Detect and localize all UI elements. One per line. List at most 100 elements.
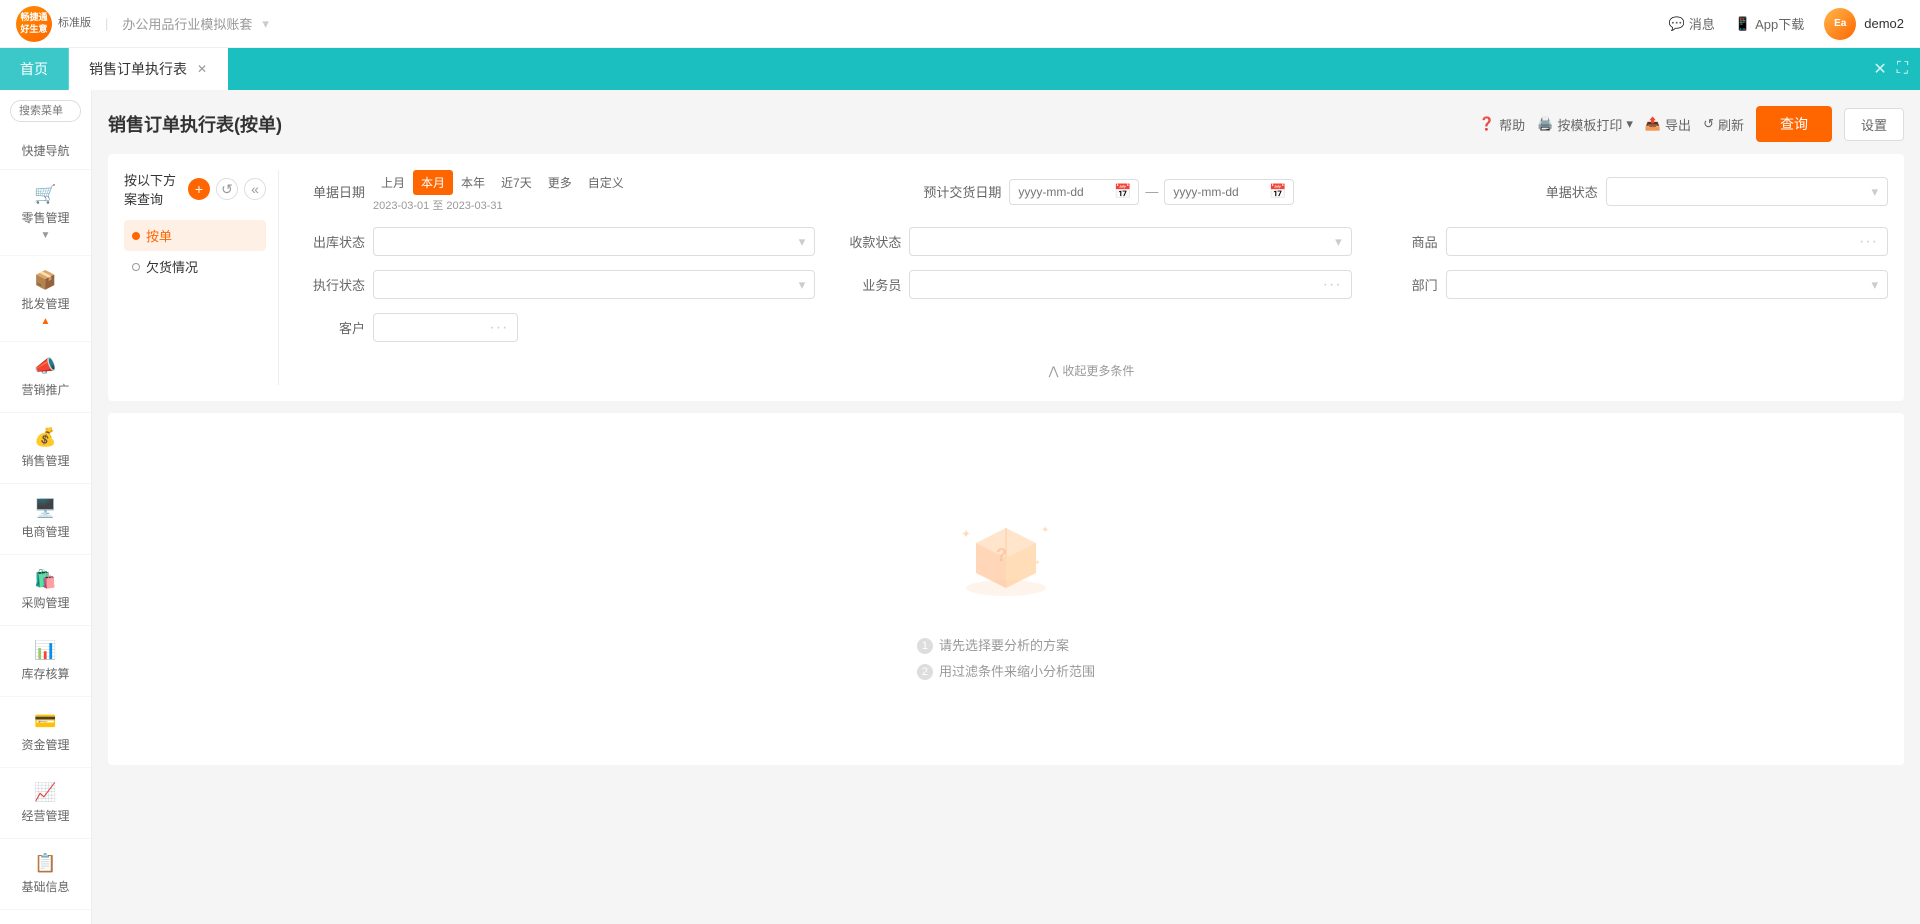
retail-icon: 🛒 — [34, 184, 56, 205]
date-label: 单据日期 — [295, 182, 365, 201]
date-tabs: 上月 本月 本年 近7天 更多 自定义 — [373, 170, 632, 195]
date-tab-this-month[interactable]: 本月 — [413, 170, 453, 195]
query-button[interactable]: 查询 — [1756, 106, 1832, 142]
message-button[interactable]: 💬 消息 — [1669, 14, 1715, 33]
page-header: 销售订单执行表(按单) ❓ 帮助 🖨️ 按模板打印 ▾ 📤 导出 ↺ 刷新 — [108, 106, 1904, 142]
date-tab-7days[interactable]: 近7天 — [493, 170, 540, 195]
date-dash: — — [1145, 184, 1158, 199]
sidebar-item-system[interactable]: ⚙️ 系统管理 — [0, 910, 91, 924]
sidebar-item-inventory[interactable]: 📊 库存核算 — [0, 626, 91, 697]
help-label: 帮助 — [1499, 115, 1525, 134]
sidebar-item-finance-label: 资金管理 — [21, 736, 69, 753]
doc-status-select[interactable] — [1606, 177, 1888, 206]
content-area: 销售订单执行表(按单) ❓ 帮助 🖨️ 按模板打印 ▾ 📤 导出 ↺ 刷新 — [92, 90, 1920, 924]
sales-icon: 💰 — [34, 427, 56, 448]
top-header: 畅捷通好生意 标准版 | 办公用品行业模拟账套 ▾ 💬 消息 📱 App下载 E… — [0, 0, 1920, 48]
sidebar-item-finance[interactable]: 💳 资金管理 — [0, 697, 91, 768]
filter-sidebar-header: 按以下方案查询 + ↺ « — [124, 170, 266, 208]
user-name: demo2 — [1864, 16, 1904, 31]
svg-text:✦: ✦ — [1041, 525, 1049, 536]
refresh-scheme-button[interactable]: ↺ — [216, 178, 238, 200]
sidebar-item-wholesale[interactable]: 📦 批发管理 ▲ — [0, 256, 91, 342]
main-layout: 快捷导航 🛒 零售管理 ▼ 📦 批发管理 ▲ 📣 营销推广 💰 销售管理 🖥️ … — [0, 90, 1920, 924]
ecommerce-icon: 🖥️ — [34, 498, 56, 519]
sidebar-item-retail[interactable]: 🛒 零售管理 ▼ — [0, 170, 91, 256]
settings-button[interactable]: 设置 — [1844, 108, 1904, 141]
tab-close-icon[interactable]: ✕ — [197, 62, 207, 76]
tab-close-window-icon[interactable]: ✕ — [1873, 59, 1886, 79]
scheme-inactive-dot — [132, 263, 140, 271]
goods-select-wrapper: ··· — [1446, 227, 1888, 256]
breadcrumb: 办公用品行业模拟账套 — [122, 14, 252, 33]
app-download-button[interactable]: 📱 App下载 — [1735, 14, 1804, 33]
empty-illustration: ✦ ✦ ✦ ? — [946, 493, 1066, 613]
empty-tip-2-text: 用过滤条件来缩小分析范围 — [939, 659, 1095, 685]
export-button[interactable]: 📤 导出 — [1645, 115, 1691, 134]
wholesale-expand-icon: ▲ — [41, 316, 51, 327]
header-right: 💬 消息 📱 App下载 Ea demo2 — [1669, 8, 1904, 40]
filter-field-salesperson: 业务员 ··· — [831, 270, 1351, 299]
app-download-label: App下载 — [1755, 14, 1804, 33]
collapse-filters-button[interactable]: ⋀ 收起更多条件 — [295, 356, 1888, 385]
filter-field-customer: 客户 ··· — [295, 313, 518, 342]
print-button[interactable]: 🖨️ 按模板打印 ▾ — [1537, 115, 1633, 134]
tab-home[interactable]: 首页 — [0, 48, 69, 90]
sidebar-item-basic-info[interactable]: 📋 基础信息 — [0, 839, 91, 910]
date-tab-custom[interactable]: 自定义 — [580, 170, 632, 195]
refresh-button[interactable]: ↺ 刷新 — [1703, 115, 1744, 134]
doc-status-label: 单据状态 — [1528, 182, 1598, 201]
sidebar-item-quick-nav[interactable]: 快捷导航 — [0, 132, 91, 170]
date-range-text: 2023-03-01 至 2023-03-31 — [373, 197, 632, 213]
date-tab-more[interactable]: 更多 — [540, 170, 580, 195]
sidebar: 快捷导航 🛒 零售管理 ▼ 📦 批发管理 ▲ 📣 营销推广 💰 销售管理 🖥️ … — [0, 90, 92, 924]
tab-sales-order[interactable]: 销售订单执行表 ✕ — [69, 48, 228, 90]
collapse-sidebar-button[interactable]: « — [244, 178, 266, 200]
help-button[interactable]: ❓ 帮助 — [1479, 115, 1525, 134]
delivery-status-select[interactable] — [373, 227, 815, 256]
delivery-status-select-wrapper: ▾ — [373, 227, 815, 256]
content-card: ✦ ✦ ✦ ? 1 请先选择要分析的方案 2 用过滤条件来缩小分 — [108, 413, 1904, 765]
department-select[interactable] — [1446, 270, 1888, 299]
logo-subtitle: 标准版 — [58, 16, 91, 31]
filter-sidebar: 按以下方案查询 + ↺ « 按单 欠货情况 — [124, 170, 279, 385]
scheme-item-by-order[interactable]: 按单 — [124, 220, 266, 251]
add-scheme-button[interactable]: + — [188, 178, 210, 200]
marketing-icon: 📣 — [34, 356, 56, 377]
tip-num-2: 2 — [917, 664, 933, 680]
sidebar-item-ecommerce[interactable]: 🖥️ 电商管理 — [0, 484, 91, 555]
scheme-item-backorder[interactable]: 欠货情况 — [124, 251, 266, 282]
filter-row-4: 客户 ··· — [295, 313, 1888, 342]
sidebar-item-quick-nav-label: 快捷导航 — [21, 142, 69, 159]
sidebar-item-purchase-label: 采购管理 — [21, 594, 69, 611]
sidebar-item-operations[interactable]: 📈 经营管理 — [0, 768, 91, 839]
sidebar-item-marketing-label: 营销推广 — [21, 381, 69, 398]
date-from-wrap: 📅 — [1009, 179, 1139, 205]
header-left: 畅捷通好生意 标准版 | 办公用品行业模拟账套 ▾ — [16, 6, 269, 42]
search-input[interactable] — [10, 100, 81, 122]
sidebar-item-purchase[interactable]: 🛍️ 采购管理 — [0, 555, 91, 626]
breadcrumb-arrow-icon[interactable]: ▾ — [262, 16, 269, 32]
filter-sidebar-icons: + ↺ « — [188, 178, 266, 200]
retail-expand-icon: ▼ — [41, 230, 51, 241]
user-area[interactable]: Ea demo2 — [1824, 8, 1904, 40]
customer-input[interactable] — [373, 313, 518, 342]
sidebar-item-inventory-label: 库存核算 — [21, 665, 69, 682]
execution-status-select[interactable] — [373, 270, 815, 299]
execution-status-select-wrapper: ▾ — [373, 270, 815, 299]
empty-tips: 1 请先选择要分析的方案 2 用过滤条件来缩小分析范围 — [917, 633, 1095, 685]
payment-status-select-wrapper: ▾ — [909, 227, 1351, 256]
goods-input[interactable] — [1446, 227, 1888, 256]
sidebar-item-operations-label: 经营管理 — [21, 807, 69, 824]
salesperson-input[interactable] — [909, 270, 1351, 299]
customer-select-wrapper: ··· — [373, 313, 518, 342]
sidebar-item-sales[interactable]: 💰 销售管理 — [0, 413, 91, 484]
date-tab-this-year[interactable]: 本年 — [453, 170, 493, 195]
page-actions: ❓ 帮助 🖨️ 按模板打印 ▾ 📤 导出 ↺ 刷新 查询 设置 — [1479, 106, 1904, 142]
tab-fullscreen-icon[interactable]: ⛶ — [1897, 60, 1908, 78]
filter-field-expected-date: 预计交货日期 📅 — 📅 — [911, 179, 1511, 205]
payment-status-select[interactable] — [909, 227, 1351, 256]
sidebar-item-marketing[interactable]: 📣 营销推广 — [0, 342, 91, 413]
date-tab-last-month[interactable]: 上月 — [373, 170, 413, 195]
execution-status-label: 执行状态 — [295, 275, 365, 294]
date-from-to: 📅 — 📅 — [1009, 179, 1294, 205]
